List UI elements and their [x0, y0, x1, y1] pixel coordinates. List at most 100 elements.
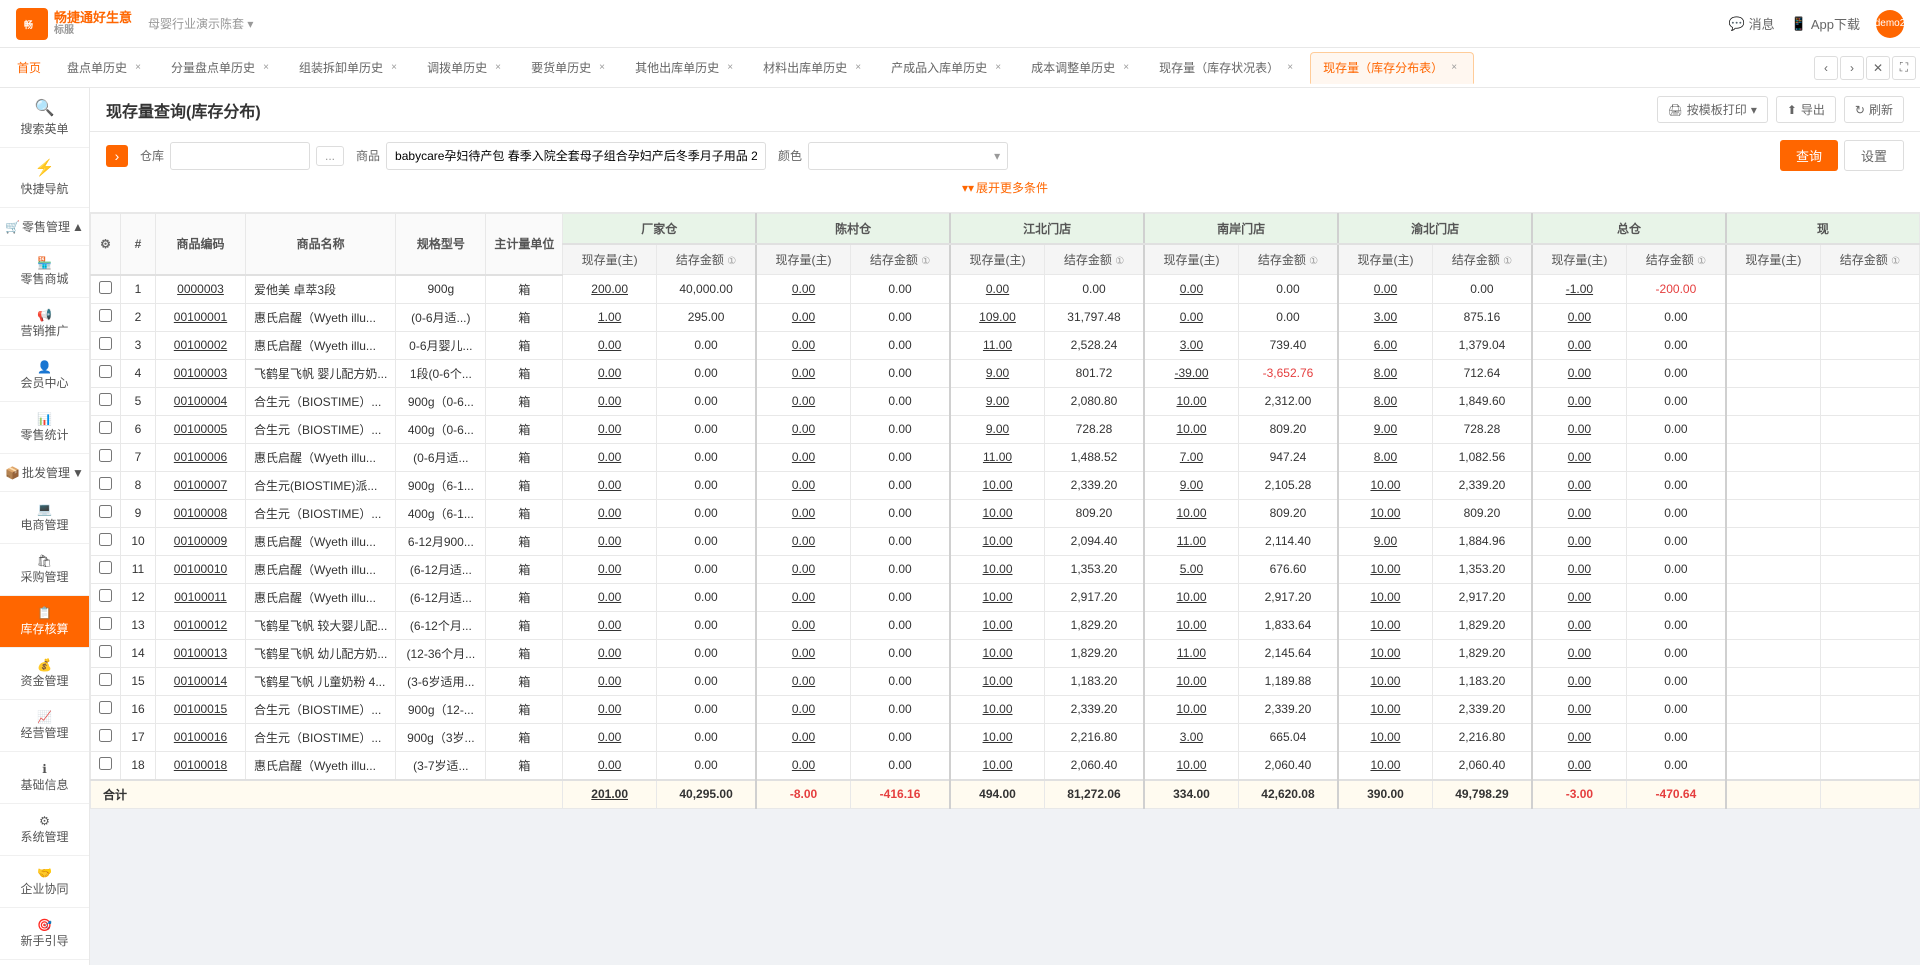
sidebar-item-system[interactable]: ⚙ 系统管理: [0, 804, 89, 856]
cell-w2-qty[interactable]: 0.00: [756, 639, 850, 667]
tab-3[interactable]: 组装拆卸单历史 ×: [286, 52, 414, 84]
cell-w3-qty[interactable]: 10.00: [950, 723, 1044, 751]
sidebar-item-basic[interactable]: ℹ 基础信息: [0, 752, 89, 804]
close-tab-11[interactable]: ×: [1447, 61, 1461, 75]
cell-w5-qty[interactable]: 6.00: [1338, 331, 1432, 359]
sidebar-item-retail-stats[interactable]: 📊 零售统计: [0, 402, 89, 454]
cell-checkbox[interactable]: [91, 499, 121, 527]
cell-total-qty[interactable]: 0.00: [1532, 331, 1626, 359]
cell-total-qty[interactable]: 0.00: [1532, 751, 1626, 780]
cell-w2-qty[interactable]: 0.00: [756, 303, 850, 331]
cell-w5-qty[interactable]: 0.00: [1338, 275, 1432, 304]
tab-1[interactable]: 盘点单历史 ×: [54, 52, 158, 84]
tab-6[interactable]: 其他出库单历史 ×: [622, 52, 750, 84]
close-tab-3[interactable]: ×: [387, 61, 401, 75]
nav-expand[interactable]: ⛶: [1892, 56, 1916, 80]
cell-w2-qty[interactable]: 0.00: [756, 611, 850, 639]
tab-8[interactable]: 产成品入库单历史 ×: [878, 52, 1018, 84]
cell-w4-qty[interactable]: 10.00: [1144, 667, 1238, 695]
tab-9[interactable]: 成本调整单历史 ×: [1018, 52, 1146, 84]
cell-total-qty[interactable]: 0.00: [1532, 583, 1626, 611]
cell-w5-qty[interactable]: 10.00: [1338, 695, 1432, 723]
cell-w2-qty[interactable]: 0.00: [756, 527, 850, 555]
info-icon-7[interactable]: ①: [1891, 256, 1900, 267]
tab-4[interactable]: 调拨单历史 ×: [414, 52, 518, 84]
sidebar-item-inventory[interactable]: 📋 库存核算: [0, 596, 89, 648]
cell-checkbox[interactable]: [91, 611, 121, 639]
sidebar-item-quick[interactable]: ⚡ 快捷导航: [0, 148, 89, 208]
sidebar-item-guide[interactable]: 🎯 新手引导: [0, 908, 89, 960]
info-icon-5[interactable]: ①: [1503, 256, 1512, 267]
cell-w4-qty[interactable]: 0.00: [1144, 303, 1238, 331]
cell-w1-qty[interactable]: 0.00: [563, 527, 657, 555]
tab-11[interactable]: 现存量（库存分布表） ×: [1310, 52, 1474, 84]
cell-w1-qty[interactable]: 1.00: [563, 303, 657, 331]
cell-w2-qty[interactable]: 0.00: [756, 555, 850, 583]
info-icon-6[interactable]: ①: [1697, 256, 1706, 267]
cell-w1-qty[interactable]: 0.00: [563, 415, 657, 443]
nav-close-all[interactable]: ✕: [1866, 56, 1890, 80]
cell-w4-qty[interactable]: 11.00: [1144, 527, 1238, 555]
cell-w1-qty[interactable]: 0.00: [563, 611, 657, 639]
info-icon-1[interactable]: ①: [727, 256, 736, 267]
cell-w1-qty[interactable]: 0.00: [563, 723, 657, 751]
cell-checkbox[interactable]: [91, 359, 121, 387]
cell-w4-qty[interactable]: 10.00: [1144, 583, 1238, 611]
warehouse-input[interactable]: [170, 142, 310, 170]
cell-w1-qty[interactable]: 0.00: [563, 695, 657, 723]
cell-checkbox[interactable]: [91, 387, 121, 415]
sidebar-item-retail[interactable]: 🛒 零售管理 ▲: [0, 208, 89, 246]
cell-w4-qty[interactable]: 10.00: [1144, 695, 1238, 723]
cell-total-qty[interactable]: 0.00: [1532, 303, 1626, 331]
close-tab-4[interactable]: ×: [491, 61, 505, 75]
cell-w4-qty[interactable]: 7.00: [1144, 443, 1238, 471]
cell-w2-qty[interactable]: 0.00: [756, 723, 850, 751]
cell-total-qty[interactable]: 0.00: [1532, 387, 1626, 415]
cell-w4-qty[interactable]: 9.00: [1144, 471, 1238, 499]
cell-w2-qty[interactable]: 0.00: [756, 695, 850, 723]
cell-w3-qty[interactable]: 10.00: [950, 499, 1044, 527]
avatar[interactable]: demo2: [1876, 10, 1904, 38]
close-tab-8[interactable]: ×: [991, 61, 1005, 75]
cell-total-qty[interactable]: 0.00: [1532, 639, 1626, 667]
cell-total-qty[interactable]: 0.00: [1532, 499, 1626, 527]
cell-w1-qty[interactable]: 0.00: [563, 639, 657, 667]
warehouse-ellipsis-btn[interactable]: ...: [316, 146, 344, 166]
cell-total-qty[interactable]: -1.00: [1532, 275, 1626, 304]
cell-w4-qty[interactable]: 10.00: [1144, 611, 1238, 639]
cell-w2-qty[interactable]: 0.00: [756, 275, 850, 304]
cell-w3-qty[interactable]: 10.00: [950, 639, 1044, 667]
cell-w2-qty[interactable]: 0.00: [756, 415, 850, 443]
cell-total-qty[interactable]: 0.00: [1532, 415, 1626, 443]
cell-w4-qty[interactable]: 3.00: [1144, 331, 1238, 359]
cell-w1-qty[interactable]: 0.00: [563, 387, 657, 415]
cell-w5-qty[interactable]: 8.00: [1338, 359, 1432, 387]
cell-w4-qty[interactable]: 0.00: [1144, 275, 1238, 304]
cell-w5-qty[interactable]: 9.00: [1338, 527, 1432, 555]
cell-w1-qty[interactable]: 0.00: [563, 331, 657, 359]
tab-home[interactable]: 首页: [4, 52, 54, 84]
close-tab-2[interactable]: ×: [259, 61, 273, 75]
cell-w5-qty[interactable]: 10.00: [1338, 499, 1432, 527]
cell-w5-qty[interactable]: 8.00: [1338, 443, 1432, 471]
cell-w4-qty[interactable]: 10.00: [1144, 499, 1238, 527]
settings-btn[interactable]: 设置: [1844, 140, 1904, 171]
cell-w3-qty[interactable]: 0.00: [950, 275, 1044, 304]
cell-w4-qty[interactable]: 5.00: [1144, 555, 1238, 583]
sidebar-item-finance[interactable]: 💰 资金管理: [0, 648, 89, 700]
sidebar-item-ecommerce[interactable]: 💻 电商管理: [0, 492, 89, 544]
cell-w2-qty[interactable]: 0.00: [756, 583, 850, 611]
cell-checkbox[interactable]: [91, 667, 121, 695]
close-tab-5[interactable]: ×: [595, 61, 609, 75]
cell-w5-qty[interactable]: 10.00: [1338, 639, 1432, 667]
cell-w3-qty[interactable]: 9.00: [950, 387, 1044, 415]
cell-checkbox[interactable]: [91, 415, 121, 443]
cell-w3-qty[interactable]: 9.00: [950, 359, 1044, 387]
cell-w2-qty[interactable]: 0.00: [756, 331, 850, 359]
cell-total-qty[interactable]: 0.00: [1532, 611, 1626, 639]
cell-w2-qty[interactable]: 0.00: [756, 751, 850, 780]
cell-checkbox[interactable]: [91, 555, 121, 583]
cell-w5-qty[interactable]: 10.00: [1338, 471, 1432, 499]
th-gear[interactable]: ⚙: [91, 214, 121, 275]
sidebar-item-marketing[interactable]: 📢 营销推广: [0, 298, 89, 350]
